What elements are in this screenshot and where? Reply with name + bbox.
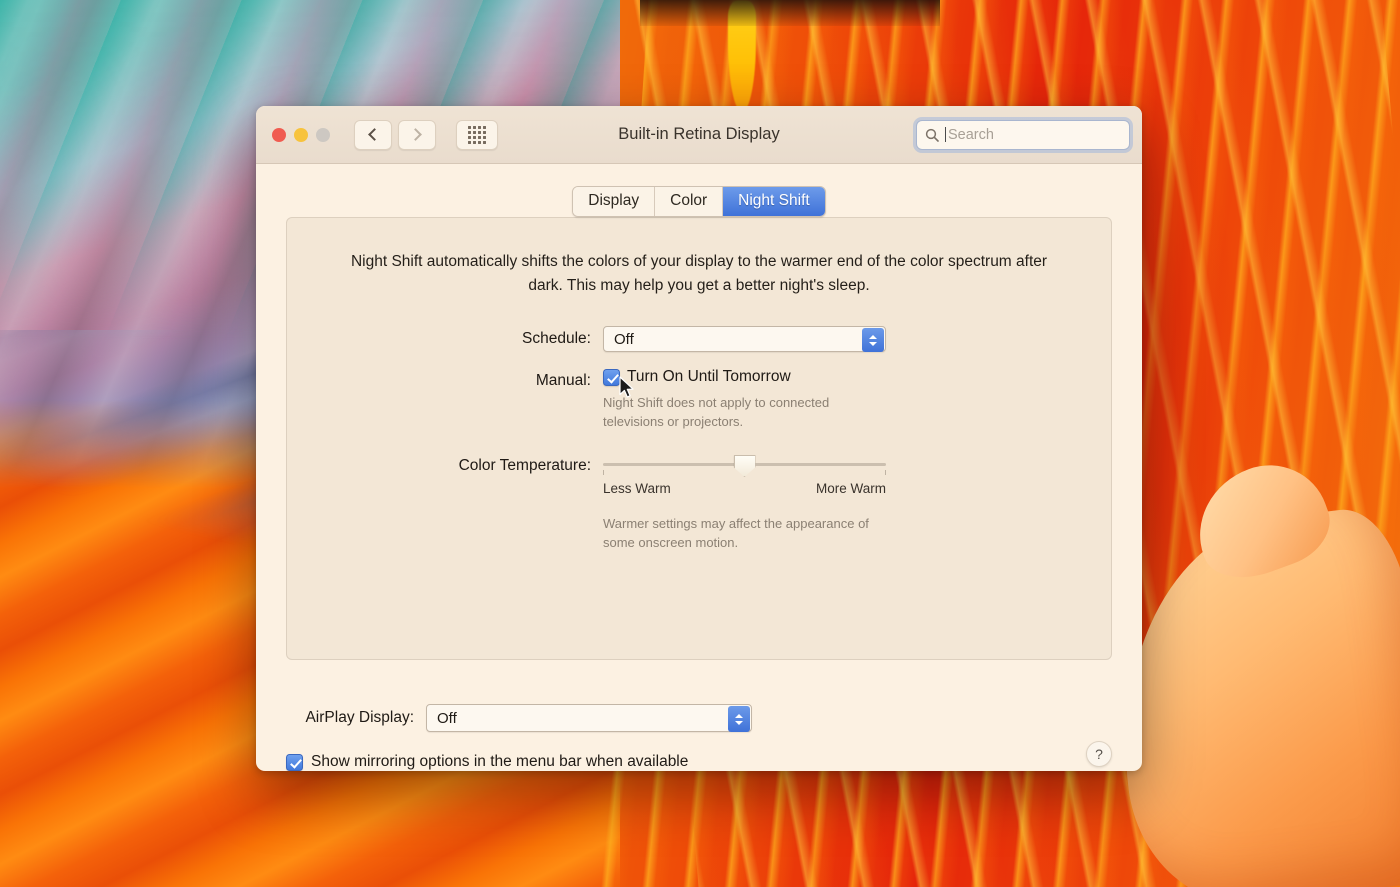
schedule-row: Schedule: Off [321,326,1077,352]
desktop-wallpaper: Built-in Retina Display Search Display C… [0,0,1400,887]
turn-on-until-tomorrow-label: Turn On Until Tomorrow [627,368,791,385]
color-temperature-field: Less Warm More Warm Warmer settings may … [603,453,1077,552]
manual-field: Turn On Until Tomorrow Night Shift does … [603,368,1077,431]
chevron-left-icon [368,128,381,141]
minimize-window-button[interactable] [294,127,308,142]
tab-night-shift[interactable]: Night Shift [723,187,825,216]
tab-color[interactable]: Color [655,187,724,216]
color-temperature-row: Color Temperature: Less Warm More Warm W… [321,453,1077,552]
forward-button[interactable] [398,119,436,150]
show-all-button[interactable] [456,119,498,150]
search-input[interactable]: Search [948,127,994,143]
schedule-popup-button[interactable]: Off [603,326,886,352]
airplay-display-popup-button[interactable]: Off [426,704,752,732]
slider-scale-labels: Less Warm More Warm [603,481,886,496]
schedule-field: Off [603,326,1077,352]
search-icon [925,128,939,142]
manual-label: Manual: [535,372,591,389]
schedule-stepper-icon[interactable] [862,328,884,352]
grid-dots-icon [468,125,486,144]
slider-min-label: Less Warm [603,481,671,496]
panel-description: Night Shift automatically shifts the col… [350,253,1048,294]
navigation-button-group [354,119,436,150]
window-footer: AirPlay Display: Off Show mirroring opti… [256,682,1142,771]
airplay-display-row: AirPlay Display: Off [286,704,1112,732]
schedule-label: Schedule: [522,330,591,347]
slider-max-label: More Warm [816,481,886,496]
chevron-right-icon [409,128,422,141]
chevron-down-icon [869,341,877,346]
chevron-down-icon [735,720,743,725]
show-mirroring-options-label: Show mirroring options in the menu bar w… [311,753,689,770]
turn-on-until-tomorrow-checkbox[interactable] [603,368,620,386]
search-text-caret [945,127,946,142]
color-temperature-help-text: Warmer settings may affect the appearanc… [603,516,869,550]
airplay-display-value: Off [437,709,457,727]
color-temperature-slider[interactable] [603,453,886,477]
search-field[interactable]: Search [916,119,1130,150]
help-button[interactable]: ? [1086,741,1112,767]
traffic-light-group [272,127,330,142]
color-temperature-label: Color Temperature: [458,457,591,474]
window-titlebar: Built-in Retina Display Search [256,106,1142,164]
turn-on-until-tomorrow-control[interactable]: Turn On Until Tomorrow [603,368,1077,386]
manual-row: Manual: Turn On Until Tomorrow Night Shi… [321,368,1077,431]
back-button[interactable] [354,119,392,150]
tab-bar: Display Color Night Shift [286,186,1112,217]
slider-tick-max [885,470,886,475]
displays-preferences-window: Built-in Retina Display Search Display C… [256,106,1142,771]
chevron-up-icon [869,334,877,339]
airplay-stepper-icon[interactable] [728,706,750,732]
manual-help-text: Night Shift does not apply to connected … [603,395,830,429]
airplay-display-label: AirPlay Display: [305,709,414,726]
slider-thumb[interactable] [733,455,756,477]
window-body: Display Color Night Shift Night Shift au… [256,164,1142,682]
show-mirroring-options-checkbox[interactable] [286,753,303,771]
night-shift-panel: Night Shift automatically shifts the col… [286,217,1112,660]
show-mirroring-options-control[interactable]: Show mirroring options in the menu bar w… [286,753,1112,771]
wallpaper-top-shadow [640,0,940,26]
schedule-value: Off [614,330,634,348]
tab-group: Display Color Night Shift [572,186,826,217]
chevron-up-icon [735,713,743,718]
zoom-window-button[interactable] [316,127,330,142]
close-window-button[interactable] [272,127,286,142]
tab-display[interactable]: Display [573,187,656,216]
slider-tick-min [603,470,604,475]
